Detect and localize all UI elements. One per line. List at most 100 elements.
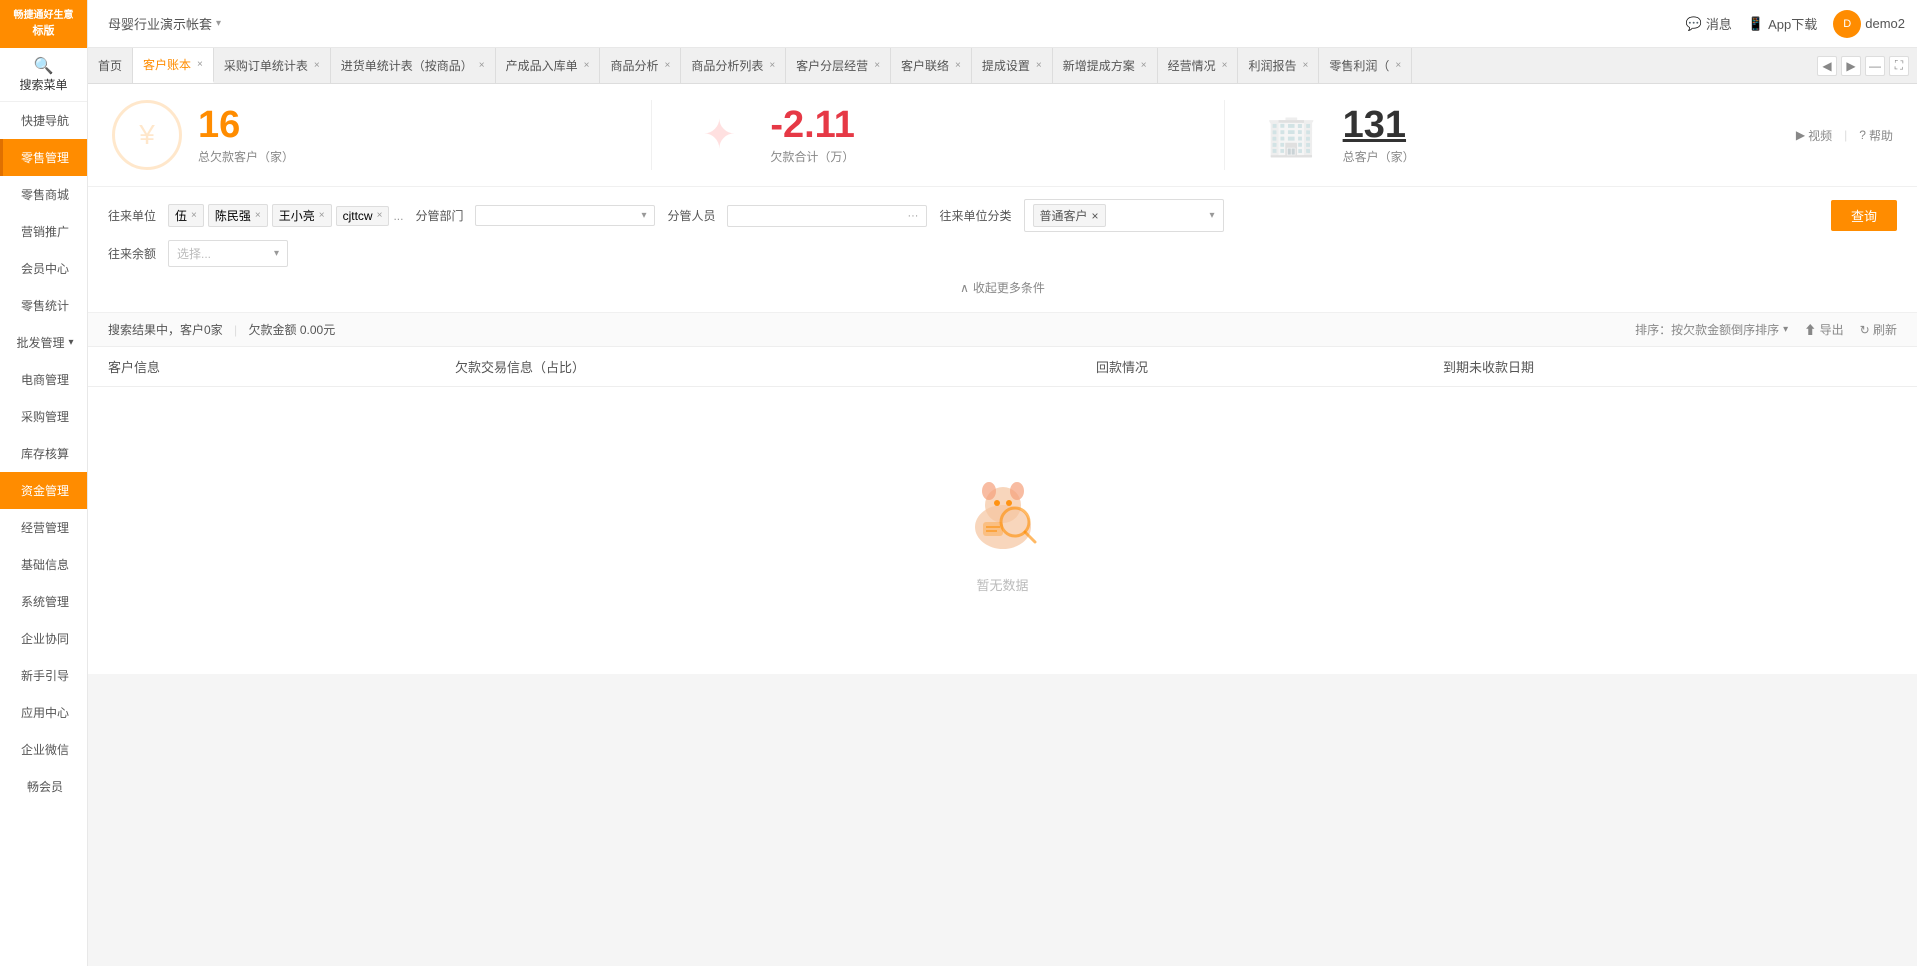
tab-goods-analysis[interactable]: 商品分析 × [600,48,681,83]
filter-tag-cjttcw-close[interactable]: × [377,210,383,221]
video-btn[interactable]: ▶ 视频 [1796,127,1832,144]
tab-promote-settings[interactable]: 提成设置 × [972,48,1053,83]
sidebar-item-beginner-guide[interactable]: 新手引导 [0,657,87,694]
app-download-btn[interactable]: 📱 App下载 [1748,14,1817,33]
filter-tag-wu-close[interactable]: × [191,210,197,221]
sidebar-item-purchase-mgmt[interactable]: 采购管理 [0,398,87,435]
unit-classify-select[interactable]: 普通客户 × ▾ [1024,199,1224,232]
balance-select[interactable]: 选择... ▾ [168,240,288,267]
result-info: 搜索结果中，客户0家 | 欠款金额 0.00元 [108,321,335,338]
export-label: 导出 [1820,323,1844,337]
tab-instock-stats[interactable]: 进货单统计表（按商品） × [331,48,496,83]
empty-state-illustration [953,467,1053,567]
tab-home[interactable]: 首页 [88,48,133,83]
refresh-label: 刷新 [1873,323,1897,337]
balance-label: 往来余额 [108,245,156,262]
sidebar-item-quick-nav[interactable]: 快捷导航 [0,102,87,139]
sidebar-item-member-center[interactable]: 会员中心 [0,250,87,287]
sidebar-item-marketing[interactable]: 营销推广 [0,213,87,250]
table-header-row: 客户信息 欠款交易信息（占比） 回款情况 到期未收款日期 [88,347,1917,387]
messages-btn[interactable]: 💬 消息 [1686,14,1732,33]
dept-dropdown-icon: ▾ [641,210,646,221]
sidebar-item-enterprise-agreement[interactable]: 企业协同 [0,620,87,657]
stat-total-customers: 🏢 131 总客户（家） [1224,100,1796,170]
user-profile[interactable]: D demo2 [1833,10,1905,38]
tab-production-instock-close[interactable]: × [584,60,590,71]
tab-new-promote-plan[interactable]: 新增提成方案 × [1053,48,1158,83]
tab-operation-situation-close[interactable]: × [1222,60,1228,71]
filter-tag-chen-text: 陈民强 [215,207,251,224]
unit-classify-label: 往来单位分类 [939,207,1011,224]
tab-minimize[interactable]: — [1865,56,1885,76]
tab-profit-report[interactable]: 利润报告 × [1238,48,1319,83]
sidebar-item-system-mgmt[interactable]: 系统管理 [0,583,87,620]
tab-customers[interactable]: 客户账本 × [133,48,214,83]
tab-promote-settings-close[interactable]: × [1036,60,1042,71]
refresh-btn[interactable]: ↻ 刷新 [1860,321,1897,338]
result-bar-right: 排序：按欠款金额倒序排序 ▾ ⬆ 导出 ↻ 刷新 [1635,321,1897,338]
sidebar-item-enterprise-wechat[interactable]: 企业微信 [0,731,87,768]
tab-retail-profit-close[interactable]: × [1395,60,1401,71]
topbar: 母婴行业演示帐套 ▾ 💬 消息 📱 App下载 D demo2 [88,0,1917,48]
stat-total-customers-value: 131 [1343,106,1415,144]
collapse-btn[interactable]: ∧ 收起更多条件 [108,275,1897,300]
tab-scroll-left[interactable]: ◀ [1817,56,1837,76]
sidebar-item-enjoy-member[interactable]: 畅会员 [0,768,87,805]
tab-goods-analysis-list[interactable]: 商品分析列表 × [681,48,786,83]
sidebar-item-search[interactable]: 🔍 搜索菜单 [0,48,87,102]
sidebar-item-app-center[interactable]: 应用中心 [0,694,87,731]
tab-purchase-order-stats-close[interactable]: × [314,60,320,71]
tab-customer-contact-label: 客户联络 [901,57,949,74]
tab-profit-report-close[interactable]: × [1302,60,1308,71]
tab-customer-contact[interactable]: 客户联络 × [891,48,972,83]
debt-amount-text: 欠款金额 0.00元 [249,323,336,337]
col-repayment: 回款情况 [1076,347,1423,387]
sidebar-item-ecommerce-mgmt[interactable]: 电商管理 [0,361,87,398]
sidebar-item-retail-stats[interactable]: 零售统计 [0,287,87,324]
tab-customers-label: 客户账本 [143,56,191,73]
tab-purchase-order-stats[interactable]: 采购订单统计表 × [214,48,331,83]
page-content: ¥ 16 总欠款客户（家） ✦ -2.11 欠款合计（万） 🏢 [88,84,1917,966]
sidebar-item-retail-mgmt[interactable]: 零售管理 [0,139,87,176]
stat-debt-total: ✦ -2.11 欠款合计（万） [651,100,1223,170]
filter-tag-chen-close[interactable]: × [255,210,261,221]
table-empty-row: 暂无数据 [88,387,1917,675]
tab-production-instock-label: 产成品入库单 [506,57,578,74]
sidebar-item-operation-mgmt[interactable]: 经营管理 [0,509,87,546]
tab-goods-analysis-close[interactable]: × [664,60,670,71]
dept-select[interactable]: ▾ [475,205,655,226]
help-btn[interactable]: ? 帮助 [1859,127,1893,144]
tab-customers-close[interactable]: × [197,59,203,70]
sidebar-retail-stats-label: 零售统计 [7,297,83,314]
tab-production-instock[interactable]: 产成品入库单 × [496,48,601,83]
tab-instock-stats-close[interactable]: × [479,60,485,71]
sidebar-item-retail-mall[interactable]: 零售商城 [0,176,87,213]
tab-customer-contact-close[interactable]: × [955,60,961,71]
suite-dropdown[interactable]: 母婴行业演示帐套 ▾ [100,14,229,33]
sidebar-item-inventory-check[interactable]: 库存核算 [0,435,87,472]
result-bar: 搜索结果中，客户0家 | 欠款金额 0.00元 排序：按欠款金额倒序排序 ▾ ⬆… [88,313,1917,347]
sidebar-item-basic-info[interactable]: 基础信息 [0,546,87,583]
tab-scroll-right[interactable]: ▶ [1841,56,1861,76]
sidebar-item-wholesale-mgmt[interactable]: 批发管理 ▾ [0,324,87,361]
filter-more-btn[interactable]: ... [393,209,403,223]
tab-new-promote-plan-close[interactable]: × [1141,60,1147,71]
tab-retail-profit[interactable]: 零售利润（ × [1319,48,1412,83]
avatar-initial: D [1843,18,1851,30]
tab-purchase-order-stats-label: 采购订单统计表 [224,57,308,74]
tab-customer-segment-close[interactable]: × [874,60,880,71]
filter-tag-wang-close[interactable]: × [319,210,325,221]
tab-goods-analysis-list-close[interactable]: × [769,60,775,71]
sidebar-capital-mgmt-label: 资金管理 [7,482,83,499]
query-button[interactable]: 查询 [1831,200,1897,231]
sort-select[interactable]: 排序：按欠款金额倒序排序 ▾ [1635,321,1788,338]
tab-maximize[interactable]: ⛶ [1889,56,1909,76]
col-customer-info: 客户信息 [88,347,435,387]
stat-total-customers-content: 131 总客户（家） [1343,106,1415,165]
export-btn[interactable]: ⬆ 导出 [1804,321,1843,338]
person-select[interactable]: ··· [727,205,927,227]
tab-customer-segment[interactable]: 客户分层经营 × [786,48,891,83]
sidebar-item-capital-mgmt[interactable]: 资金管理 [0,472,87,509]
classify-tag-close[interactable]: × [1092,209,1099,223]
tab-operation-situation[interactable]: 经营情况 × [1158,48,1239,83]
